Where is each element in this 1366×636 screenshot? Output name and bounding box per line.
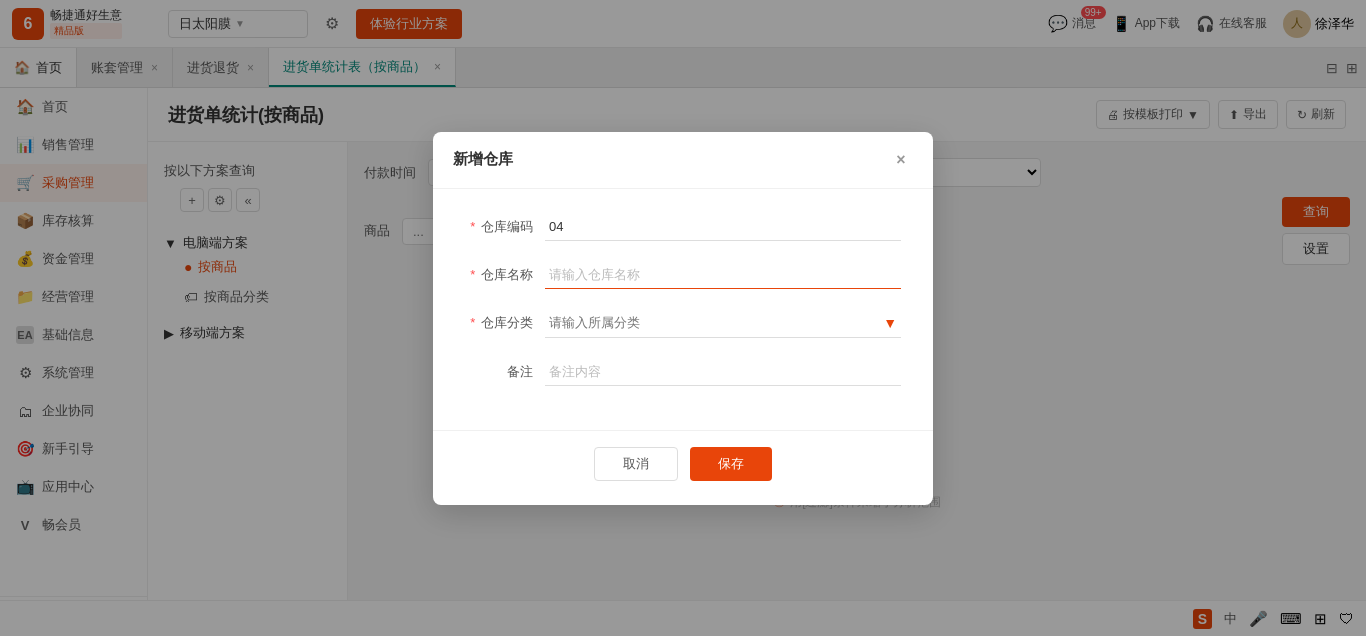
category-input[interactable] xyxy=(549,315,883,330)
category-select-row[interactable]: ▼ xyxy=(545,309,901,338)
note-input[interactable] xyxy=(545,358,901,386)
code-label: * 仓库编码 xyxy=(465,218,545,236)
note-field-row: 备注 xyxy=(465,358,901,386)
cancel-button[interactable]: 取消 xyxy=(594,447,678,481)
note-label: 备注 xyxy=(465,363,545,381)
category-label: * 仓库分类 xyxy=(465,314,545,332)
category-dropdown-arrow[interactable]: ▼ xyxy=(883,315,897,331)
code-field-row: * 仓库编码 xyxy=(465,213,901,241)
code-input[interactable] xyxy=(545,213,901,241)
name-required-star: * xyxy=(470,267,475,282)
name-field-row: * 仓库名称 xyxy=(465,261,901,289)
modal-footer: 取消 保存 xyxy=(433,430,933,505)
code-required-star: * xyxy=(470,219,475,234)
category-required-star: * xyxy=(470,315,475,330)
save-button[interactable]: 保存 xyxy=(690,447,772,481)
category-field-row: * 仓库分类 ▼ xyxy=(465,309,901,338)
name-label: * 仓库名称 xyxy=(465,266,545,284)
new-warehouse-modal: 新增仓库 × * 仓库编码 * 仓库名称 xyxy=(433,132,933,505)
name-input[interactable] xyxy=(545,261,901,289)
modal-body: * 仓库编码 * 仓库名称 * 仓库分类 xyxy=(433,189,933,430)
modal-overlay[interactable]: 新增仓库 × * 仓库编码 * 仓库名称 xyxy=(0,0,1366,636)
modal-header: 新增仓库 × xyxy=(433,132,933,189)
modal-title: 新增仓库 xyxy=(453,150,513,169)
modal-close-btn[interactable]: × xyxy=(889,148,913,172)
